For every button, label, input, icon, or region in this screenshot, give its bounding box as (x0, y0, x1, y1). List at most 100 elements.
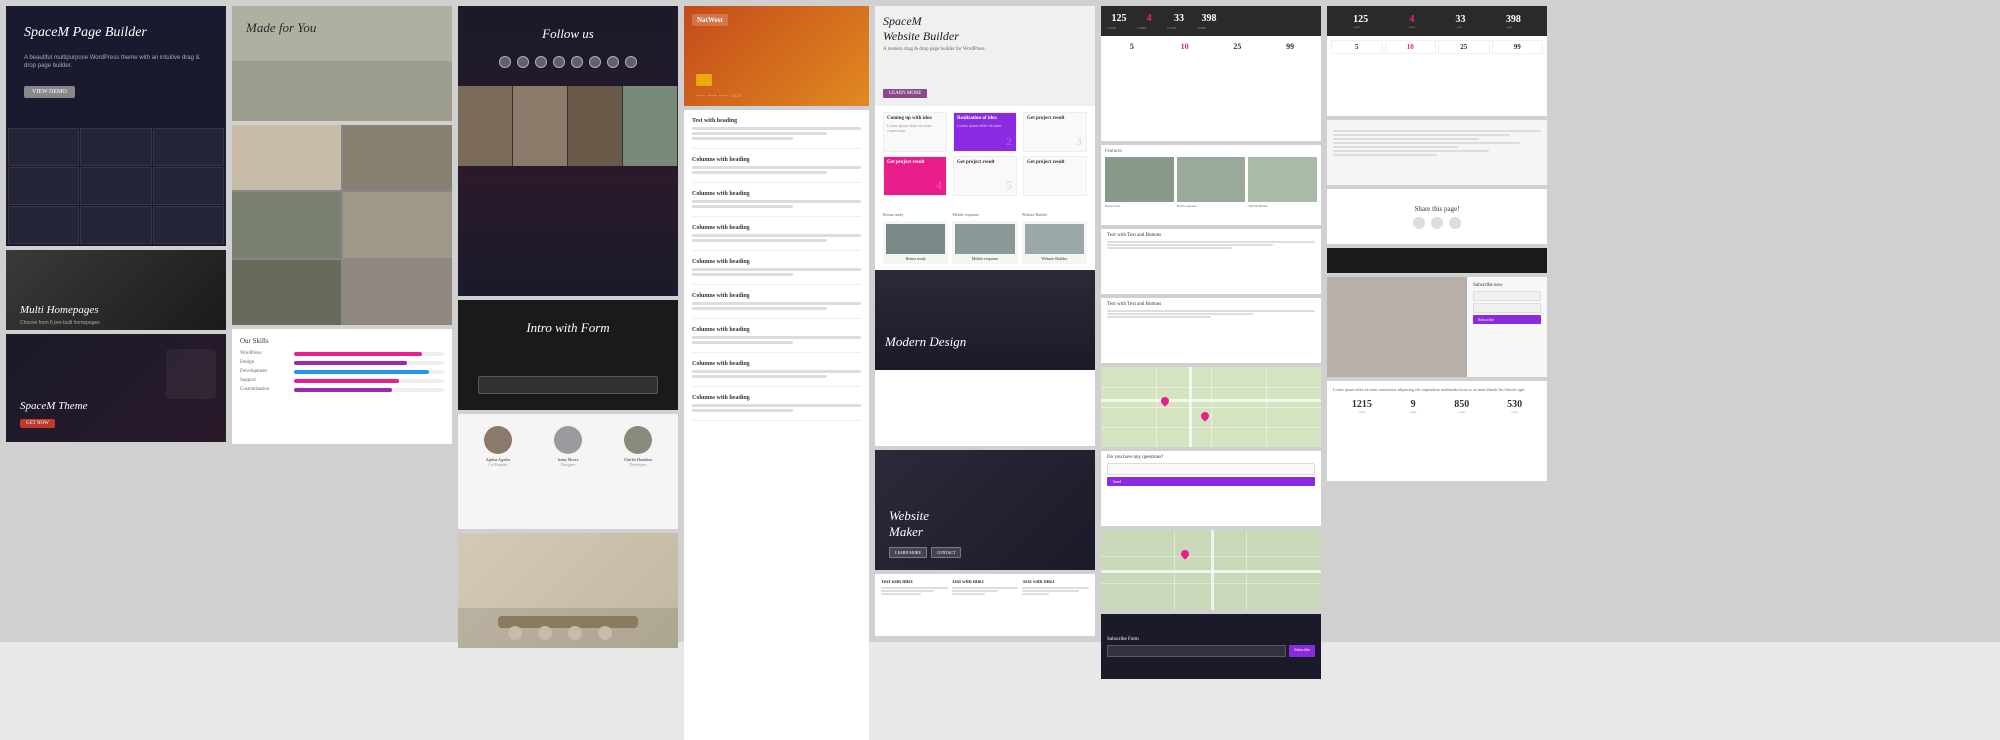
counter-sub-label: count (1408, 25, 1415, 29)
counter-cell-number: 99 (1495, 43, 1541, 51)
modern-design-title: Modern Design (885, 334, 966, 350)
text-col-title: Text with title2 (952, 580, 1019, 585)
column-1: SpaceM Page Builder A beautiful multipur… (6, 6, 226, 636)
retina-image-1 (1105, 157, 1174, 202)
counter-group-1: 125 count (1353, 14, 1368, 29)
facebook-share-icon[interactable] (1413, 217, 1425, 229)
stat-label: count (1137, 25, 1161, 30)
bottom-stat-3: 850 count (1454, 399, 1469, 414)
map-pin (1159, 395, 1170, 406)
text-btns-panel-2: Text with Text and Buttons (1101, 298, 1321, 363)
linkedin-icon[interactable] (607, 56, 619, 68)
text-line (1107, 316, 1211, 318)
section-title: Columns with heading (692, 327, 861, 333)
builder-header-title: SpaceM Website Builder (883, 14, 1087, 44)
follow-us-panel: Follow us (458, 6, 678, 296)
office-table (498, 616, 638, 628)
questions-input[interactable] (1107, 463, 1315, 475)
column-3: Follow us Intro with Form (458, 6, 678, 636)
rss-icon[interactable] (589, 56, 601, 68)
mobile-label: Mobile response (952, 212, 1017, 217)
questions-submit-btn[interactable]: Send (1107, 477, 1315, 486)
bottom-stat-label: count (1454, 410, 1469, 414)
subscribe-form-input[interactable] (1473, 291, 1541, 301)
bottom-stat-number: 9 (1410, 399, 1417, 410)
facebook-icon[interactable] (499, 56, 511, 68)
text-col-title: Text with title3 (1022, 580, 1089, 585)
main-container: SpaceM Page Builder A beautiful multipur… (0, 0, 2000, 642)
counter-sub-label: count (1353, 25, 1368, 29)
gray-line (1333, 138, 1479, 140)
skill-bar-fill (294, 388, 392, 392)
subscribe-email-input[interactable] (1107, 645, 1286, 657)
step-number: 2 (1006, 134, 1012, 149)
contact-btn[interactable]: CONTACT (931, 547, 962, 558)
counter-cell: 10 (1385, 40, 1437, 54)
grid-cell (153, 206, 224, 244)
builder-learn-more-btn[interactable]: LEARN MORE (883, 89, 927, 98)
skill-row: Customization (240, 387, 444, 392)
section-title: Columns with heading (692, 361, 861, 367)
content-line (692, 200, 861, 203)
map-panel-1[interactable] (1101, 367, 1321, 447)
retina-section-panel: Features Retina ready Mobile response We… (1101, 145, 1321, 225)
youtube-icon[interactable] (625, 56, 637, 68)
content-section: Columns with heading (692, 225, 861, 251)
modern-design-section: Modern Design (875, 270, 1095, 370)
stat-cell: 5 (1107, 40, 1157, 53)
step-card-title: Coming up with idea (887, 116, 943, 121)
subscribe-submit-btn[interactable]: Subscribe (1289, 645, 1315, 657)
bottom-stat-1: 1215 count (1352, 399, 1372, 414)
spacem-theme-btn[interactable]: GET NOW (20, 419, 55, 428)
twitter-icon[interactable] (517, 56, 529, 68)
subscribe-form-btn[interactable]: Subscribe (1473, 315, 1541, 324)
retina-label-2: Mobile response (1177, 204, 1246, 208)
team-card: Mobile response (952, 221, 1017, 264)
photo-cell (343, 192, 452, 257)
learn-more-btn[interactable]: LEARN MORE (889, 547, 927, 558)
map-panel-2[interactable] (1101, 530, 1321, 610)
instagram-icon[interactable] (553, 56, 565, 68)
multi-homepages-title: Multi Homepages (20, 304, 99, 316)
text-btn-title: Text with Text and Buttons (1107, 233, 1315, 238)
content-line (692, 268, 861, 271)
skill-bar-bg (294, 379, 444, 383)
google-share-icon[interactable] (1449, 217, 1461, 229)
follow-us-title: Follow us (458, 26, 678, 42)
team-cards: Retina ready Mobile response Website Bui… (883, 221, 1087, 264)
bottom-stat-number: 850 (1454, 399, 1469, 410)
skill-label: Customization (240, 387, 290, 392)
text-col-2: Text with title2 (952, 580, 1019, 630)
google-plus-icon[interactable] (535, 56, 547, 68)
stat-cell: 99 (1265, 40, 1315, 53)
step-card-1: Coming up with idea Lorem ipsum dolor si… (883, 112, 947, 152)
intro-form-input[interactable] (478, 376, 658, 394)
stat-number: 33 (1167, 13, 1191, 24)
step-card-title: Get project result (1027, 160, 1083, 165)
page-builder-title: SpaceM Page Builder (24, 24, 147, 42)
text-btn-lines (1107, 310, 1315, 318)
page-builder-demo-btn[interactable]: VIEW DEMO (24, 86, 75, 98)
skill-label: Support (240, 378, 290, 383)
counter-cell-number: 10 (1388, 43, 1434, 51)
twitter-share-icon[interactable] (1431, 217, 1443, 229)
skill-row: Support (240, 378, 444, 383)
text-col-line (952, 590, 999, 592)
team-member: Agatha Aguilar Co-Founder (466, 426, 530, 467)
stat-cell-number: 25 (1215, 42, 1261, 51)
skill-bar-bg (294, 370, 444, 374)
text-col-line (952, 587, 1019, 589)
skill-label: Development (240, 369, 290, 374)
gray-line (1333, 146, 1458, 148)
website-maker-title: Website Maker (889, 508, 929, 540)
team-card-name: Website Builder (1025, 256, 1084, 261)
skill-bar-bg (294, 352, 444, 356)
section-title: Columns with heading (692, 293, 861, 299)
text-col-line (1022, 593, 1049, 595)
pinterest-icon[interactable] (571, 56, 583, 68)
step-number: 3 (1076, 134, 1082, 149)
subscribe-form-email[interactable] (1473, 303, 1541, 313)
column-6: 125 count 4 count 33 count 398 count (1101, 6, 1321, 636)
skill-row: Development (240, 369, 444, 374)
content-section: Test with heading (692, 118, 861, 149)
